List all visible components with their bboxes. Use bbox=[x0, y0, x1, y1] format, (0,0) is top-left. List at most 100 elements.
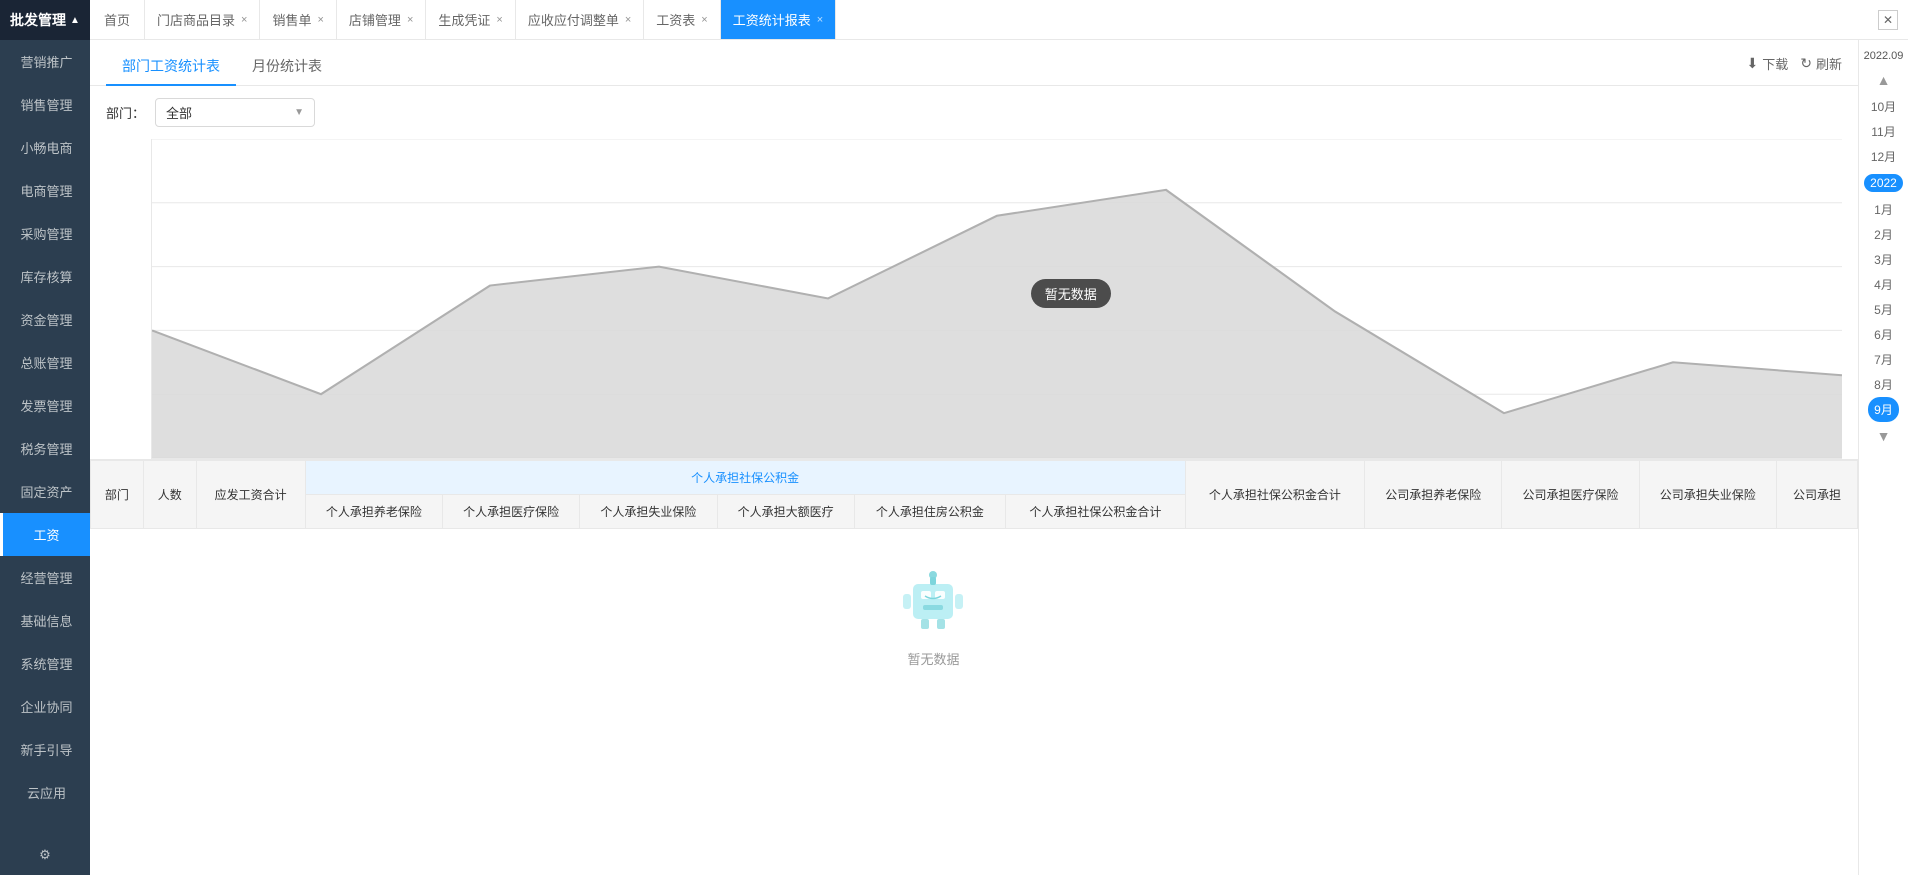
sidebar-title: 批发管理 bbox=[10, 10, 66, 30]
date-panel-month-5[interactable]: 5月 bbox=[1859, 297, 1908, 322]
tab-dianshangpinmulu[interactable]: 门店商品目录 × bbox=[145, 0, 260, 39]
th-gongzi-heji: 应发工资合计 bbox=[196, 461, 305, 529]
filter-bar: 部门： 全部 ▼ bbox=[90, 86, 1858, 139]
tab-xiaoshoudian[interactable]: 销售单 × bbox=[260, 0, 336, 39]
date-panel-month-11[interactable]: 11月 bbox=[1859, 119, 1908, 144]
sidebar-item-fapiao[interactable]: 发票管理 bbox=[0, 384, 90, 427]
empty-text: 暂无数据 bbox=[907, 649, 959, 668]
tab-close-icon[interactable]: × bbox=[496, 14, 502, 26]
th-geren-heji: 个人承担社保公积金合计 bbox=[1185, 461, 1365, 529]
th-geren-yiliao: 个人承担医疗保险 bbox=[442, 495, 579, 529]
date-panel-month-6[interactable]: 6月 bbox=[1859, 322, 1908, 347]
th-geren-heji2: 个人承担社保公积金合计 bbox=[1006, 495, 1186, 529]
th-gongsi-more: 公司承担 bbox=[1776, 461, 1857, 529]
tab-bumen-gongzi[interactable]: 部门工资统计表 bbox=[106, 50, 236, 86]
date-panel-month-2[interactable]: 2月 bbox=[1859, 222, 1908, 247]
tab-close-icon[interactable]: × bbox=[701, 14, 707, 26]
sidebar-item-xiaochangdianshang[interactable]: 小畅电商 bbox=[0, 126, 90, 169]
data-table: 部门 人数 应发工资合计 个人承担社保公积金 个人承担社保公积金合计 公司承担养… bbox=[90, 460, 1858, 698]
th-geren-zhufang: 个人承担住房公积金 bbox=[854, 495, 1005, 529]
tab-yingshouyifu[interactable]: 应收应付调整单 × bbox=[516, 0, 644, 39]
sidebar-item-jingying[interactable]: 经营管理 bbox=[0, 556, 90, 599]
chart-svg-area bbox=[152, 139, 1842, 458]
th-gongsi-shiye: 公司承担失业保险 bbox=[1639, 461, 1776, 529]
sidebar-item-qiye[interactable]: 企业协同 bbox=[0, 685, 90, 728]
th-geren-yanglao: 个人承担养老保险 bbox=[305, 495, 442, 529]
date-panel-month-9-active[interactable]: 9月 bbox=[1868, 397, 1899, 422]
date-panel-nav-down[interactable]: ▼ bbox=[1870, 422, 1898, 450]
top-tabs: 首页 门店商品目录 × 销售单 × 店铺管理 × 生成凭证 × 应收应付调整单 … bbox=[90, 0, 1908, 40]
sidebar-item-gudingzichan[interactable]: 固定资产 bbox=[0, 470, 90, 513]
sidebar-item-xinshou[interactable]: 新手引导 bbox=[0, 728, 90, 771]
date-panel-month-10[interactable]: 10月 bbox=[1859, 94, 1908, 119]
top-tabs-right: ✕ bbox=[1868, 10, 1908, 30]
tab-shengchengpingzheng[interactable]: 生成凭证 × bbox=[426, 0, 515, 39]
empty-state: 暂无数据 bbox=[91, 529, 1777, 698]
sidebar-item-yingxiao[interactable]: 营销推广 bbox=[0, 40, 90, 83]
tab-close-icon[interactable]: × bbox=[317, 14, 323, 26]
tab-close-icon[interactable]: × bbox=[817, 14, 823, 26]
sidebar-item-jichu[interactable]: 基础信息 bbox=[0, 599, 90, 642]
filter-dept-select[interactable]: 全部 ▼ bbox=[155, 98, 315, 127]
close-all-icon: ✕ bbox=[1883, 13, 1893, 27]
sidebar-settings-button[interactable]: ⚙ bbox=[0, 835, 90, 875]
date-panel-month-8[interactable]: 8月 bbox=[1859, 372, 1908, 397]
date-panel-month-7[interactable]: 7月 bbox=[1859, 347, 1908, 372]
sidebar: 批发管理 ▲ 营销推广 销售管理 小畅电商 电商管理 采购管理 库存核算 资金管… bbox=[0, 0, 90, 875]
gear-icon: ⚙ bbox=[39, 847, 51, 862]
th-gongsi-yanglao: 公司承担养老保险 bbox=[1365, 461, 1502, 529]
sidebar-title-icon: ▲ bbox=[70, 15, 80, 26]
chart-tooltip: 暂无数据 bbox=[1031, 279, 1111, 308]
page-content: 部门工资统计表 月份统计表 ⬇ 下载 ↻ 刷新 bbox=[90, 40, 1858, 875]
sidebar-item-kucun[interactable]: 库存核算 bbox=[0, 255, 90, 298]
date-panel-year-label[interactable]: 2022.09 bbox=[1862, 46, 1906, 66]
sidebar-item-zijin[interactable]: 资金管理 bbox=[0, 298, 90, 341]
sidebar-item-dianshangguan[interactable]: 电商管理 bbox=[0, 169, 90, 212]
th-geren-shiye: 个人承担失业保险 bbox=[580, 495, 717, 529]
tab-yuefen-tongji[interactable]: 月份统计表 bbox=[236, 50, 338, 86]
download-button[interactable]: ⬇ 下载 bbox=[1747, 54, 1789, 73]
download-icon: ⬇ bbox=[1747, 55, 1759, 72]
close-all-button[interactable]: ✕ bbox=[1878, 10, 1898, 30]
sidebar-item-caigou[interactable]: 采购管理 bbox=[0, 212, 90, 255]
sidebar-item-zongzhang[interactable]: 总账管理 bbox=[0, 341, 90, 384]
th-geren-daeliao: 个人承担大额医疗 bbox=[717, 495, 854, 529]
tab-gongzitongji[interactable]: 工资统计报表 × bbox=[721, 0, 836, 39]
tab-dianguanli[interactable]: 店铺管理 × bbox=[337, 0, 426, 39]
date-panel: 2022.09 ▲ 10月 11月 12月 2022 1月 2月 bbox=[1858, 40, 1908, 875]
empty-robot-icon bbox=[893, 559, 973, 639]
sub-tabs-actions: ⬇ 下载 ↻ 刷新 bbox=[1747, 54, 1843, 81]
sidebar-header[interactable]: 批发管理 ▲ bbox=[0, 0, 90, 40]
tab-close-icon[interactable]: × bbox=[241, 14, 247, 26]
date-panel-month-12[interactable]: 12月 bbox=[1859, 144, 1908, 169]
chevron-down-icon: ▼ bbox=[294, 107, 304, 118]
table-wrap: 部门 人数 应发工资合计 个人承担社保公积金 个人承担社保公积金合计 公司承担养… bbox=[90, 459, 1858, 875]
content-area: 部门工资统计表 月份统计表 ⬇ 下载 ↻ 刷新 bbox=[90, 40, 1908, 875]
th-gongsi-yiliao: 公司承担医疗保险 bbox=[1502, 461, 1639, 529]
sidebar-item-yunyingyong[interactable]: 云应用 bbox=[0, 771, 90, 814]
sidebar-item-xitong[interactable]: 系统管理 bbox=[0, 642, 90, 685]
sidebar-item-gongzi[interactable]: 工资 bbox=[0, 513, 90, 556]
tab-close-icon[interactable]: × bbox=[407, 14, 413, 26]
date-panel-month-4[interactable]: 4月 bbox=[1859, 272, 1908, 297]
main-area: 首页 门店商品目录 × 销售单 × 店铺管理 × 生成凭证 × 应收应付调整单 … bbox=[90, 0, 1908, 875]
tab-gongzibiao[interactable]: 工资表 × bbox=[644, 0, 720, 39]
refresh-button[interactable]: ↻ 刷新 bbox=[1800, 54, 1842, 73]
table-row-empty: 暂无数据 bbox=[91, 529, 1858, 699]
th-renkou: 人数 bbox=[143, 461, 196, 529]
date-panel-month-1[interactable]: 1月 bbox=[1859, 197, 1908, 222]
date-panel-month-3[interactable]: 3月 bbox=[1859, 247, 1908, 272]
sidebar-item-shuiwu[interactable]: 税务管理 bbox=[0, 427, 90, 470]
chart-container: 暂无数据 bbox=[151, 139, 1842, 459]
tab-home[interactable]: 首页 bbox=[90, 0, 145, 39]
sub-tabs: 部门工资统计表 月份统计表 ⬇ 下载 ↻ 刷新 bbox=[90, 40, 1858, 86]
date-panel-year-badge[interactable]: 2022 bbox=[1864, 174, 1903, 192]
tab-close-icon[interactable]: × bbox=[625, 14, 631, 26]
sidebar-item-xiaoshou[interactable]: 销售管理 bbox=[0, 83, 90, 126]
chart-area: 500 400 300 200 100 0 bbox=[90, 139, 1858, 459]
date-panel-nav-up[interactable]: ▲ bbox=[1870, 66, 1898, 94]
filter-dept-label: 部门： bbox=[106, 103, 145, 122]
refresh-icon: ↻ bbox=[1800, 55, 1812, 72]
th-dept: 部门 bbox=[91, 461, 144, 529]
filter-dept-value: 全部 bbox=[166, 103, 192, 122]
